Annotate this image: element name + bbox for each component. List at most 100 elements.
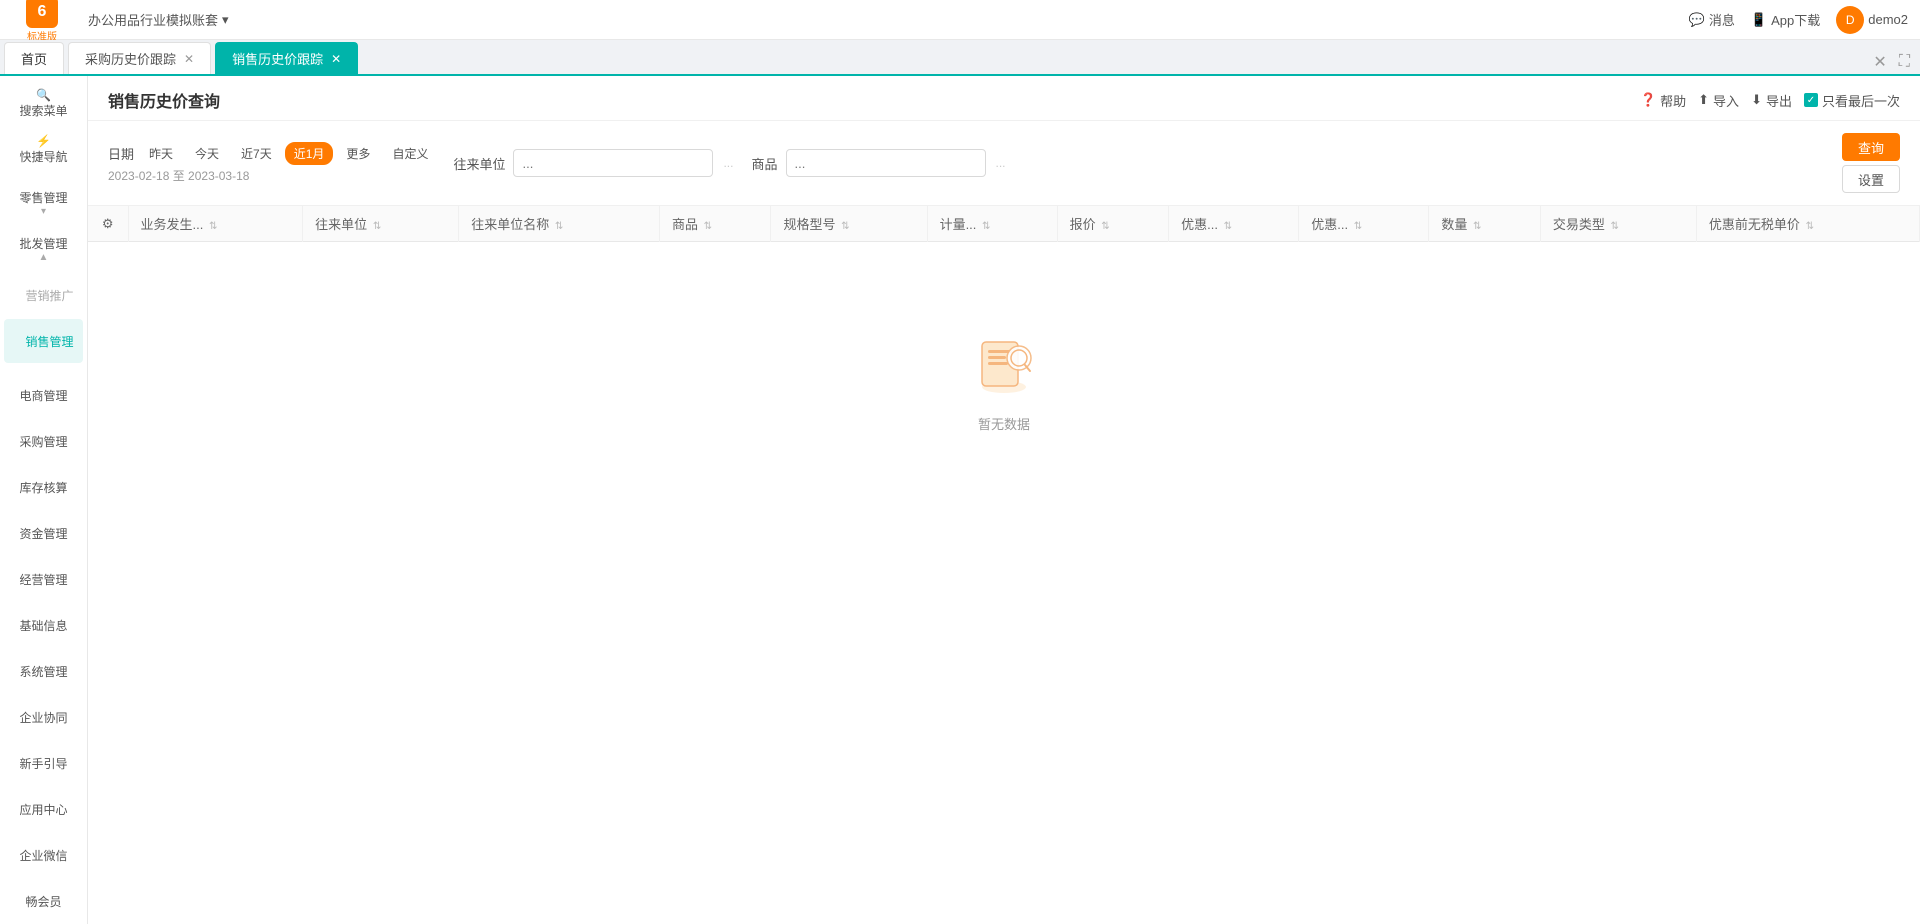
product-input[interactable] — [786, 149, 986, 177]
product-filter-label: 商品 — [751, 154, 777, 173]
th-discount2[interactable]: 优惠... ⇅ — [1299, 206, 1429, 242]
tab-bar-actions: ✕ ⛶ — [1871, 50, 1920, 74]
th-product-label: 商品 — [672, 217, 698, 232]
settings-button[interactable]: 设置 — [1842, 165, 1900, 193]
sidebar-item-search-menu[interactable]: 🔍 搜索菜单 — [4, 81, 83, 125]
export-label: 导出 — [1766, 91, 1792, 110]
sort-discount2: ⇅ — [1354, 221, 1362, 232]
tab-sales-history[interactable]: 销售历史价跟踪 ✕ — [215, 42, 358, 74]
th-tax-price-label: 优惠前无税单价 — [1709, 217, 1800, 232]
date-btn-yesterday[interactable]: 昨天 — [140, 142, 182, 165]
download-icon: 📱 — [1751, 12, 1767, 28]
th-spec[interactable]: 规格型号 ⇅ — [771, 206, 927, 242]
top-header: 6 标准版 办公用品行业模拟账套 ▾ 💬 消息 📱 App下载 D demo2 — [0, 0, 1920, 40]
table-header-row: ⚙ 业务发生... ⇅ 往来单位 ⇅ 往来单位名称 — [88, 206, 1920, 242]
th-product[interactable]: 商品 ⇅ — [659, 206, 771, 242]
gear-icon[interactable]: ⚙ — [102, 216, 114, 231]
main-layout: 🔍 搜索菜单 ⚡ 快捷导航 零售管理 ▾ 批发管理 ▲ 营销推广 销售管理 电商… — [0, 76, 1920, 924]
sidebar-item-member[interactable]: 畅会员 — [4, 879, 83, 923]
sidebar-item-ecommerce[interactable]: 电商管理 — [4, 373, 83, 417]
th-price[interactable]: 报价 ⇅ — [1057, 206, 1169, 242]
close-all-btn[interactable]: ✕ — [1871, 50, 1888, 74]
th-tax-price[interactable]: 优惠前无税单价 ⇅ — [1696, 206, 1919, 242]
sidebar-label-operations: 经营管理 — [19, 571, 67, 588]
sidebar-label-purchase: 采购管理 — [19, 433, 67, 450]
empty-icon — [964, 322, 1044, 402]
help-btn[interactable]: ❓ 帮助 — [1640, 91, 1686, 110]
data-table: ⚙ 业务发生... ⇅ 往来单位 ⇅ 往来单位名称 — [88, 206, 1920, 242]
sort-partner-name: ⇅ — [555, 221, 563, 232]
search-menu-icon: 🔍 — [36, 88, 51, 102]
sort-product: ⇅ — [704, 221, 712, 232]
tab-purchase-history[interactable]: 采购历史价跟踪 ✕ — [68, 42, 211, 74]
th-partner-code[interactable]: 往来单位 ⇅ — [303, 206, 459, 242]
th-discount1[interactable]: 优惠... ⇅ — [1169, 206, 1299, 242]
avatar-initial: D — [1846, 13, 1855, 27]
header-right: 💬 消息 📱 App下载 D demo2 — [1689, 6, 1908, 34]
app-download-btn[interactable]: 📱 App下载 — [1751, 10, 1820, 29]
date-btn-7days[interactable]: 近7天 — [232, 142, 281, 165]
message-btn[interactable]: 💬 消息 — [1689, 10, 1735, 29]
date-btn-today[interactable]: 今天 — [186, 142, 228, 165]
th-qty[interactable]: 数量 ⇅ — [1429, 206, 1541, 242]
maximize-btn[interactable]: ⛶ — [1897, 51, 1912, 73]
import-icon: ⬆ — [1698, 92, 1709, 108]
tab-purchase-history-close[interactable]: ✕ — [184, 52, 194, 66]
sidebar-label-inventory: 库存核算 — [19, 479, 67, 496]
th-partner-name[interactable]: 往来单位名称 ⇅ — [459, 206, 660, 242]
help-icon: ❓ — [1640, 92, 1656, 108]
only-last-checkbox-wrap[interactable]: 只看最后一次 — [1804, 91, 1900, 110]
sidebar-item-basic-info[interactable]: 基础信息 — [4, 603, 83, 647]
sidebar-item-retail-mgmt[interactable]: 零售管理 ▾ — [4, 181, 83, 225]
user-area[interactable]: D demo2 — [1836, 6, 1908, 34]
tab-sales-history-close[interactable]: ✕ — [331, 52, 341, 66]
th-spec-label: 规格型号 — [783, 217, 835, 232]
import-btn[interactable]: ⬆ 导入 — [1698, 91, 1739, 110]
partner-filter-group: 往来单位 ... — [453, 149, 735, 177]
sidebar-item-wholesale-mgmt[interactable]: 批发管理 ▲ — [4, 227, 83, 271]
query-button[interactable]: 查询 — [1842, 133, 1900, 161]
tab-home[interactable]: 首页 — [4, 42, 64, 74]
avatar: D — [1836, 6, 1864, 34]
sidebar-item-app-center[interactable]: 应用中心 — [4, 787, 83, 831]
sidebar-item-marketing[interactable]: 营销推广 — [4, 273, 83, 317]
sidebar-item-purchase[interactable]: 采购管理 — [4, 419, 83, 463]
sidebar-item-operations[interactable]: 经营管理 — [4, 557, 83, 601]
sidebar-item-enterprise-coop[interactable]: 企业协同 — [4, 695, 83, 739]
wholesale-mgmt-indicator: ▲ — [39, 252, 49, 263]
sidebar-item-beginner[interactable]: 新手引导 — [4, 741, 83, 785]
sidebar-label-enterprise-wechat: 企业微信 — [19, 847, 67, 864]
only-last-label: 只看最后一次 — [1822, 91, 1900, 110]
partner-input[interactable] — [513, 149, 713, 177]
th-unit[interactable]: 计量... ⇅ — [927, 206, 1057, 242]
dropdown-icon: ▾ — [222, 12, 229, 28]
sidebar-label-system: 系统管理 — [19, 663, 67, 680]
username: demo2 — [1868, 12, 1908, 27]
sidebar-label-search-menu: 搜索菜单 — [19, 102, 67, 119]
date-btn-custom[interactable]: 自定义 — [383, 142, 437, 165]
account-selector[interactable]: 办公用品行业模拟账套 ▾ — [80, 6, 237, 33]
sidebar-item-quick-nav[interactable]: ⚡ 快捷导航 — [4, 127, 83, 171]
th-biz-date-label: 业务发生... — [141, 217, 204, 232]
logo-area: 6 标准版 — [12, 0, 72, 43]
export-btn[interactable]: ⬇ 导出 — [1751, 91, 1792, 110]
sort-trade-type: ⇅ — [1610, 221, 1618, 232]
product-dots: ... — [994, 156, 1008, 170]
sidebar-item-sales-mgmt[interactable]: 销售管理 — [4, 319, 83, 363]
sidebar-item-finance[interactable]: 资金管理 — [4, 511, 83, 555]
header-left: 6 标准版 办公用品行业模拟账套 ▾ — [12, 0, 237, 43]
export-icon: ⬇ — [1751, 92, 1762, 108]
content-area: 销售历史价查询 ❓ 帮助 ⬆ 导入 ⬇ 导出 — [88, 76, 1920, 924]
sidebar-label-member: 畅会员 — [25, 893, 61, 910]
date-btn-more[interactable]: 更多 — [337, 142, 379, 165]
th-gear[interactable]: ⚙ — [88, 206, 128, 242]
sidebar-item-system[interactable]: 系统管理 — [4, 649, 83, 693]
th-biz-date[interactable]: 业务发生... ⇅ — [128, 206, 303, 242]
only-last-checkbox[interactable] — [1804, 93, 1818, 107]
sort-unit: ⇅ — [982, 221, 990, 232]
sidebar-label-enterprise-coop: 企业协同 — [19, 709, 67, 726]
sidebar-item-enterprise-wechat[interactable]: 企业微信 — [4, 833, 83, 877]
sidebar-item-inventory[interactable]: 库存核算 — [4, 465, 83, 509]
date-btn-1month[interactable]: 近1月 — [285, 142, 334, 165]
th-trade-type[interactable]: 交易类型 ⇅ — [1540, 206, 1696, 242]
